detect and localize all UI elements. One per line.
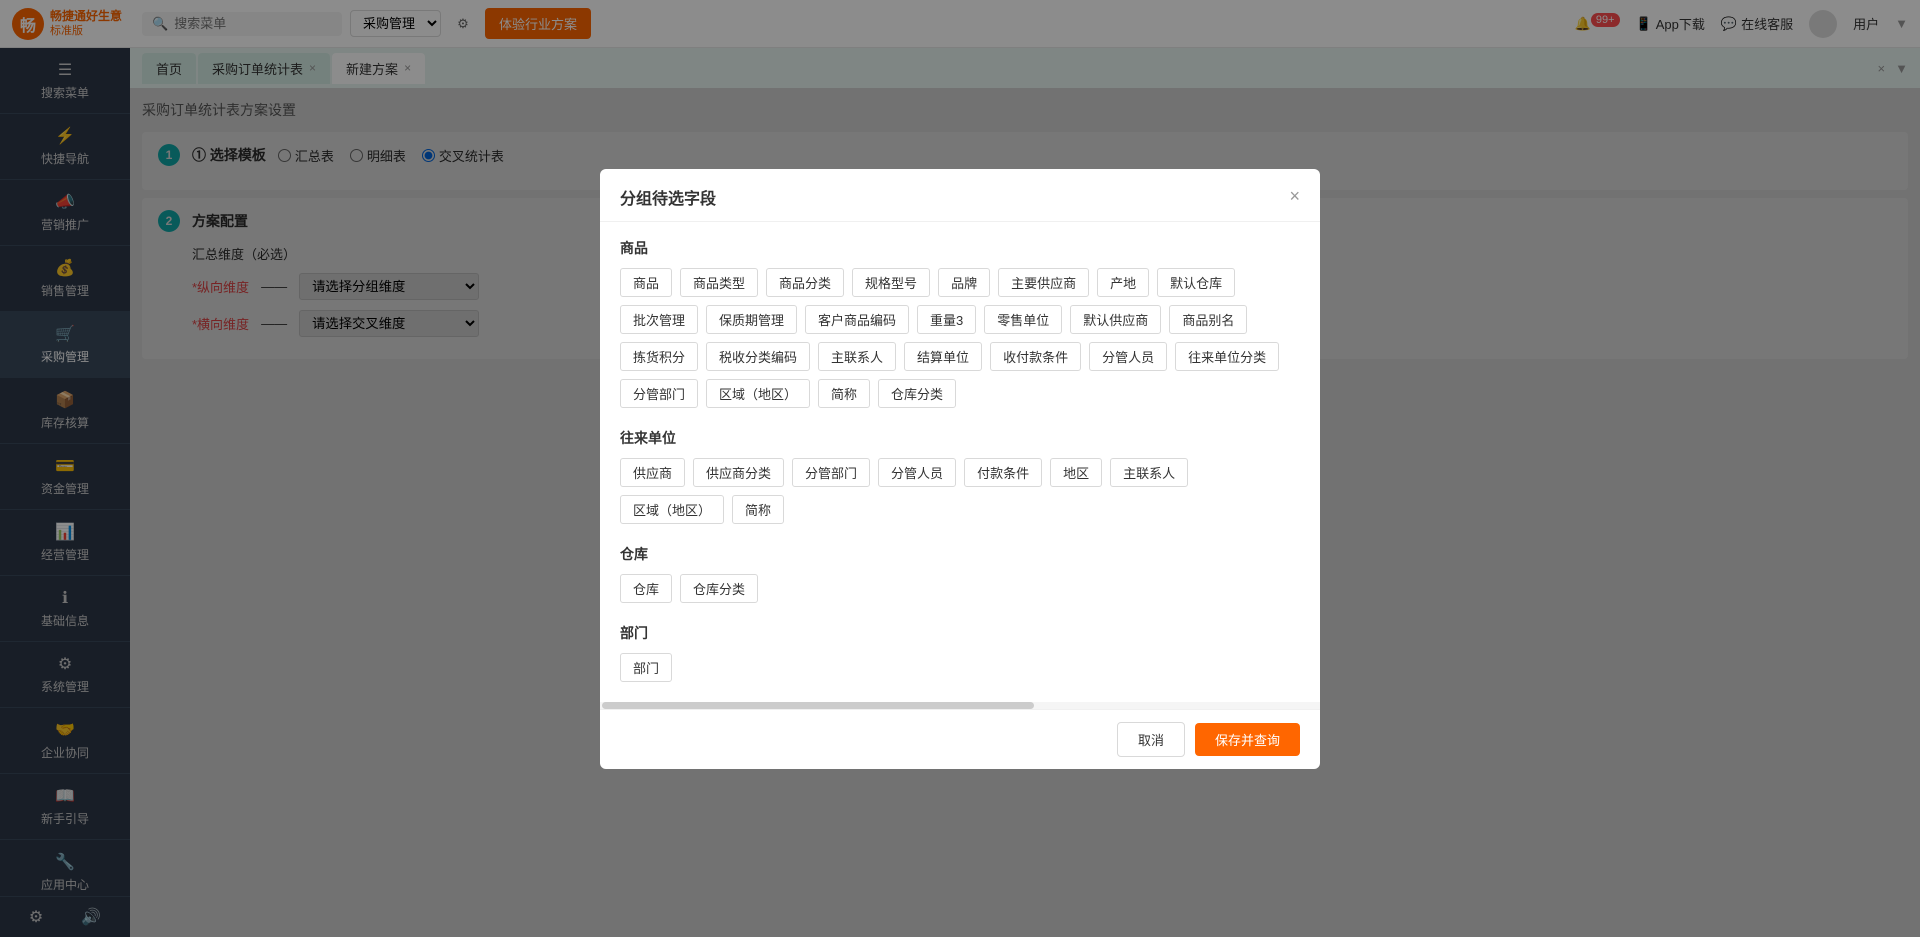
- tag-region2[interactable]: 区域（地区）: [620, 495, 724, 524]
- tag-dept2[interactable]: 分管部门: [792, 458, 870, 487]
- tag-responsible2[interactable]: 分管人员: [878, 458, 956, 487]
- section-dept-title: 部门: [620, 623, 1300, 643]
- tag-goods-alias[interactable]: 商品别名: [1169, 305, 1247, 334]
- goods-tags: 商品 商品类型 商品分类 规格型号 品牌 主要供应商 产地 默认仓库 批次管理 …: [620, 268, 1300, 408]
- section-department: 部门 部门: [620, 623, 1300, 682]
- partner-tags: 供应商 供应商分类 分管部门 分管人员 付款条件 地区 主联系人 区域（地区） …: [620, 458, 1300, 524]
- modal-body: 商品 商品 商品类型 商品分类 规格型号 品牌 主要供应商 产地 默认仓库 批次…: [600, 222, 1320, 702]
- tag-goods[interactable]: 商品: [620, 268, 672, 297]
- tag-default-supplier[interactable]: 默认供应商: [1070, 305, 1161, 334]
- section-goods-title: 商品: [620, 238, 1300, 258]
- tag-batch-mgmt[interactable]: 批次管理: [620, 305, 698, 334]
- tag-department[interactable]: 部门: [620, 653, 672, 682]
- field-selection-modal: 分组待选字段 × 商品 商品 商品类型 商品分类 规格型号 品牌 主要供应商 产…: [600, 169, 1320, 769]
- modal-header: 分组待选字段 ×: [600, 169, 1320, 222]
- tag-settle-unit[interactable]: 结算单位: [904, 342, 982, 371]
- tag-goods-type[interactable]: 商品类型: [680, 268, 758, 297]
- tag-dept[interactable]: 分管部门: [620, 379, 698, 408]
- tag-shelf-life[interactable]: 保质期管理: [706, 305, 797, 334]
- section-partner-title: 往来单位: [620, 428, 1300, 448]
- tag-spec-model[interactable]: 规格型号: [852, 268, 930, 297]
- tag-main-contact2[interactable]: 主联系人: [1110, 458, 1188, 487]
- tag-payment-terms[interactable]: 收付款条件: [990, 342, 1081, 371]
- tag-area[interactable]: 地区: [1050, 458, 1102, 487]
- tag-brand[interactable]: 品牌: [938, 268, 990, 297]
- tag-region[interactable]: 区域（地区）: [706, 379, 810, 408]
- modal-footer: 取消 保存并查询: [600, 709, 1320, 769]
- tag-supplier-cat[interactable]: 供应商分类: [693, 458, 784, 487]
- section-partner: 往来单位 供应商 供应商分类 分管部门 分管人员 付款条件 地区 主联系人 区域…: [620, 428, 1300, 524]
- tag-main-supplier[interactable]: 主要供应商: [998, 268, 1089, 297]
- tag-warehouse-cat[interactable]: 仓库分类: [878, 379, 956, 408]
- tag-goods-category[interactable]: 商品分类: [766, 268, 844, 297]
- tag-origin[interactable]: 产地: [1097, 268, 1149, 297]
- section-goods: 商品 商品 商品类型 商品分类 规格型号 品牌 主要供应商 产地 默认仓库 批次…: [620, 238, 1300, 408]
- tag-warehouse[interactable]: 仓库: [620, 574, 672, 603]
- tag-default-warehouse[interactable]: 默认仓库: [1157, 268, 1235, 297]
- modal-overlay: 分组待选字段 × 商品 商品 商品类型 商品分类 规格型号 品牌 主要供应商 产…: [0, 0, 1920, 937]
- tag-responsible-person[interactable]: 分管人员: [1089, 342, 1167, 371]
- section-warehouse: 仓库 仓库 仓库分类: [620, 544, 1300, 603]
- warehouse-tags: 仓库 仓库分类: [620, 574, 1300, 603]
- tag-pay-terms[interactable]: 付款条件: [964, 458, 1042, 487]
- tag-customer-code[interactable]: 客户商品编码: [805, 305, 909, 334]
- section-warehouse-title: 仓库: [620, 544, 1300, 564]
- tag-short-name2[interactable]: 简称: [732, 495, 784, 524]
- tag-main-contact[interactable]: 主联系人: [818, 342, 896, 371]
- tag-weight[interactable]: 重量3: [917, 305, 976, 334]
- tag-partner-category[interactable]: 往来单位分类: [1175, 342, 1279, 371]
- modal-close-button[interactable]: ×: [1289, 186, 1300, 207]
- tag-pick-points[interactable]: 拣货积分: [620, 342, 698, 371]
- modal-cancel-button[interactable]: 取消: [1117, 722, 1185, 757]
- dept-tags: 部门: [620, 653, 1300, 682]
- modal-horizontal-scroll[interactable]: [600, 702, 1320, 709]
- tag-retail-unit[interactable]: 零售单位: [984, 305, 1062, 334]
- tag-tax-code[interactable]: 税收分类编码: [706, 342, 810, 371]
- tag-short-name[interactable]: 简称: [818, 379, 870, 408]
- modal-confirm-button[interactable]: 保存并查询: [1195, 723, 1300, 756]
- tag-warehouse-category[interactable]: 仓库分类: [680, 574, 758, 603]
- tag-supplier[interactable]: 供应商: [620, 458, 685, 487]
- modal-title: 分组待选字段: [620, 185, 716, 209]
